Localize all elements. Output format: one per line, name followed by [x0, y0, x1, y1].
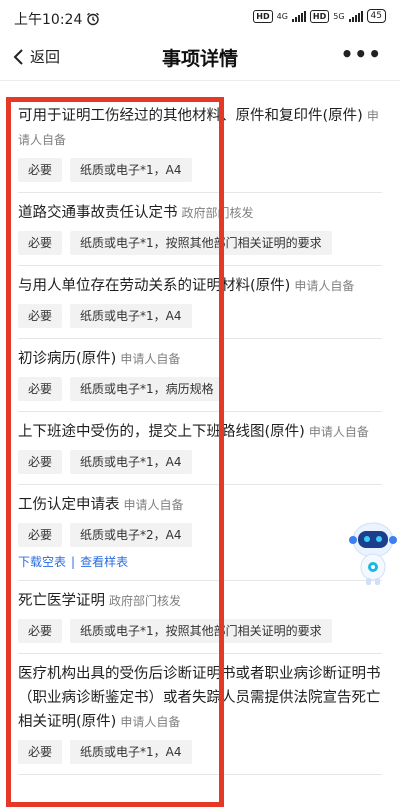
material-tags: 必要 纸质或电子*1，A4 [18, 158, 382, 182]
hd-badge-2: HD [309, 9, 330, 23]
nav-header: 返回 事项详情 ••• [0, 36, 400, 78]
format-tag: 纸质或电子*2，A4 [70, 523, 192, 547]
material-item: 初诊病历(原件) 申请人自备 必要 纸质或电子*1，病历规格 [18, 339, 382, 412]
material-item: 死亡医学证明 政府部门核发 必要 纸质或电子*1，按照其他部门相关证明的要求 [18, 581, 382, 654]
material-title: 与用人单位存在劳动关系的证明材料(原件) [18, 278, 291, 294]
material-source: 政府部门核发 [181, 206, 254, 220]
material-tags: 必要 纸质或电子*1，A4 [18, 740, 382, 764]
material-title: 道路交通事故责任认定书 [18, 205, 178, 221]
material-source: 申请人自备 [294, 279, 355, 293]
material-title: 上下班途中受伤的，提交上下班路线图(原件) [18, 424, 305, 440]
material-title-line: 死亡医学证明 政府部门核发 [18, 589, 382, 613]
status-right: HD 4G HD 5G 45 [253, 9, 386, 23]
format-tag: 纸质或电子*1，按照其他部门相关证明的要求 [70, 231, 332, 255]
requirement-tag: 必要 [18, 377, 63, 401]
material-title: 医疗机构出具的受伤后诊断证明书或者职业病诊断证明书（职业病诊断鉴定书）或者失踪人… [18, 666, 381, 730]
material-item: 工伤认定申请表 申请人自备 必要 纸质或电子*2，A4 下载空表 | 查看样表 [18, 485, 382, 581]
material-source: 政府部门核发 [109, 594, 182, 608]
material-title: 初诊病历(原件) [18, 351, 117, 367]
material-title-line: 道路交通事故责任认定书 政府部门核发 [18, 201, 382, 225]
format-tag: 纸质或电子*1，病历规格 [70, 377, 224, 401]
format-tag: 纸质或电子*1，A4 [70, 304, 192, 328]
requirement-tag: 必要 [18, 450, 63, 474]
material-tags: 必要 纸质或电子*1，按照其他部门相关证明的要求 [18, 231, 382, 255]
status-bar: 上午10:24 HD 4G HD 5G 45 [0, 0, 400, 34]
link-separator: | [71, 555, 76, 569]
requirement-tag: 必要 [18, 740, 63, 764]
signal-icon-2 [348, 10, 363, 22]
requirement-tag: 必要 [18, 231, 63, 255]
alarm-clock-icon [87, 12, 100, 26]
material-title-line: 上下班途中受伤的，提交上下班路线图(原件) 申请人自备 [18, 420, 382, 444]
material-source: 申请人自备 [308, 425, 369, 439]
format-tag: 纸质或电子*1，按照其他部门相关证明的要求 [70, 619, 332, 643]
material-tags: 必要 纸质或电子*1，A4 [18, 450, 382, 474]
material-title: 工伤认定申请表 [18, 497, 120, 513]
view-sample-link[interactable]: 查看样表 [80, 555, 128, 569]
robot-assistant-icon[interactable] [348, 520, 398, 586]
more-dots-icon[interactable]: ••• [341, 42, 382, 66]
format-tag: 纸质或电子*1，A4 [70, 740, 192, 764]
material-tags: 必要 纸质或电子*2，A4 [18, 523, 382, 547]
header-divider [0, 80, 400, 81]
requirement-tag: 必要 [18, 619, 63, 643]
battery-icon: 45 [366, 9, 386, 23]
network-label-1: 4G [276, 11, 288, 21]
material-tags: 必要 纸质或电子*1，A4 [18, 304, 382, 328]
material-title-line: 可用于证明工伤经过的其他材料、原件和复印件(原件) 申请人自备 [18, 104, 382, 152]
material-item: 可用于证明工伤经过的其他材料、原件和复印件(原件) 申请人自备必要 纸质或电子*1，… [18, 96, 382, 193]
material-source: 申请人自备 [120, 352, 181, 366]
requirement-tag: 必要 [18, 304, 63, 328]
network-label-2: 5G [333, 11, 345, 21]
material-list: 可用于证明工伤经过的其他材料、原件和复印件(原件) 申请人自备 必要 纸质或电子*1，… [0, 96, 400, 775]
material-source: 申请人自备 [123, 498, 184, 512]
material-links: 下载空表 | 查看样表 [18, 553, 382, 570]
material-title-line: 医疗机构出具的受伤后诊断证明书或者职业病诊断证明书（职业病诊断鉴定书）或者失踪人… [18, 662, 382, 734]
material-item: 道路交通事故责任认定书 政府部门核发 必要 纸质或电子*1，按照其他部门相关证明的要求 [18, 193, 382, 266]
requirement-tag: 必要 [18, 523, 63, 547]
material-tags: 必要 纸质或电子*1，病历规格 [18, 377, 382, 401]
signal-icon-1 [291, 10, 306, 22]
material-tags: 必要 纸质或电子*1，按照其他部门相关证明的要求 [18, 619, 382, 643]
status-left: 上午10:24 [14, 9, 100, 29]
robot-assistant-graphic [349, 522, 397, 585]
download-blank-link[interactable]: 下载空表 [18, 555, 66, 569]
status-time: 上午10:24 [14, 12, 83, 28]
material-item: 上下班途中受伤的，提交上下班路线图(原件) 申请人自备 必要 纸质或电子*1，A4 [18, 412, 382, 485]
hd-badge-1: HD [253, 9, 273, 23]
material-title-line: 与用人单位存在劳动关系的证明材料(原件) 申请人自备 [18, 274, 382, 298]
material-title-line: 初诊病历(原件) 申请人自备 [18, 347, 382, 371]
material-source: 申请人自备 [120, 715, 181, 729]
material-item: 医疗机构出具的受伤后诊断证明书或者职业病诊断证明书（职业病诊断鉴定书）或者失踪人… [18, 654, 382, 775]
requirement-tag: 必要 [18, 158, 63, 182]
format-tag: 纸质或电子*1，A4 [70, 158, 192, 182]
format-tag: 纸质或电子*1，A4 [70, 450, 192, 474]
material-title: 可用于证明工伤经过的其他材料、原件和复印件(原件) [18, 108, 363, 124]
material-title-line: 工伤认定申请表 申请人自备 [18, 493, 382, 517]
material-item: 与用人单位存在劳动关系的证明材料(原件) 申请人自备 必要 纸质或电子*1，A4 [18, 266, 382, 339]
material-title: 死亡医学证明 [18, 593, 105, 609]
